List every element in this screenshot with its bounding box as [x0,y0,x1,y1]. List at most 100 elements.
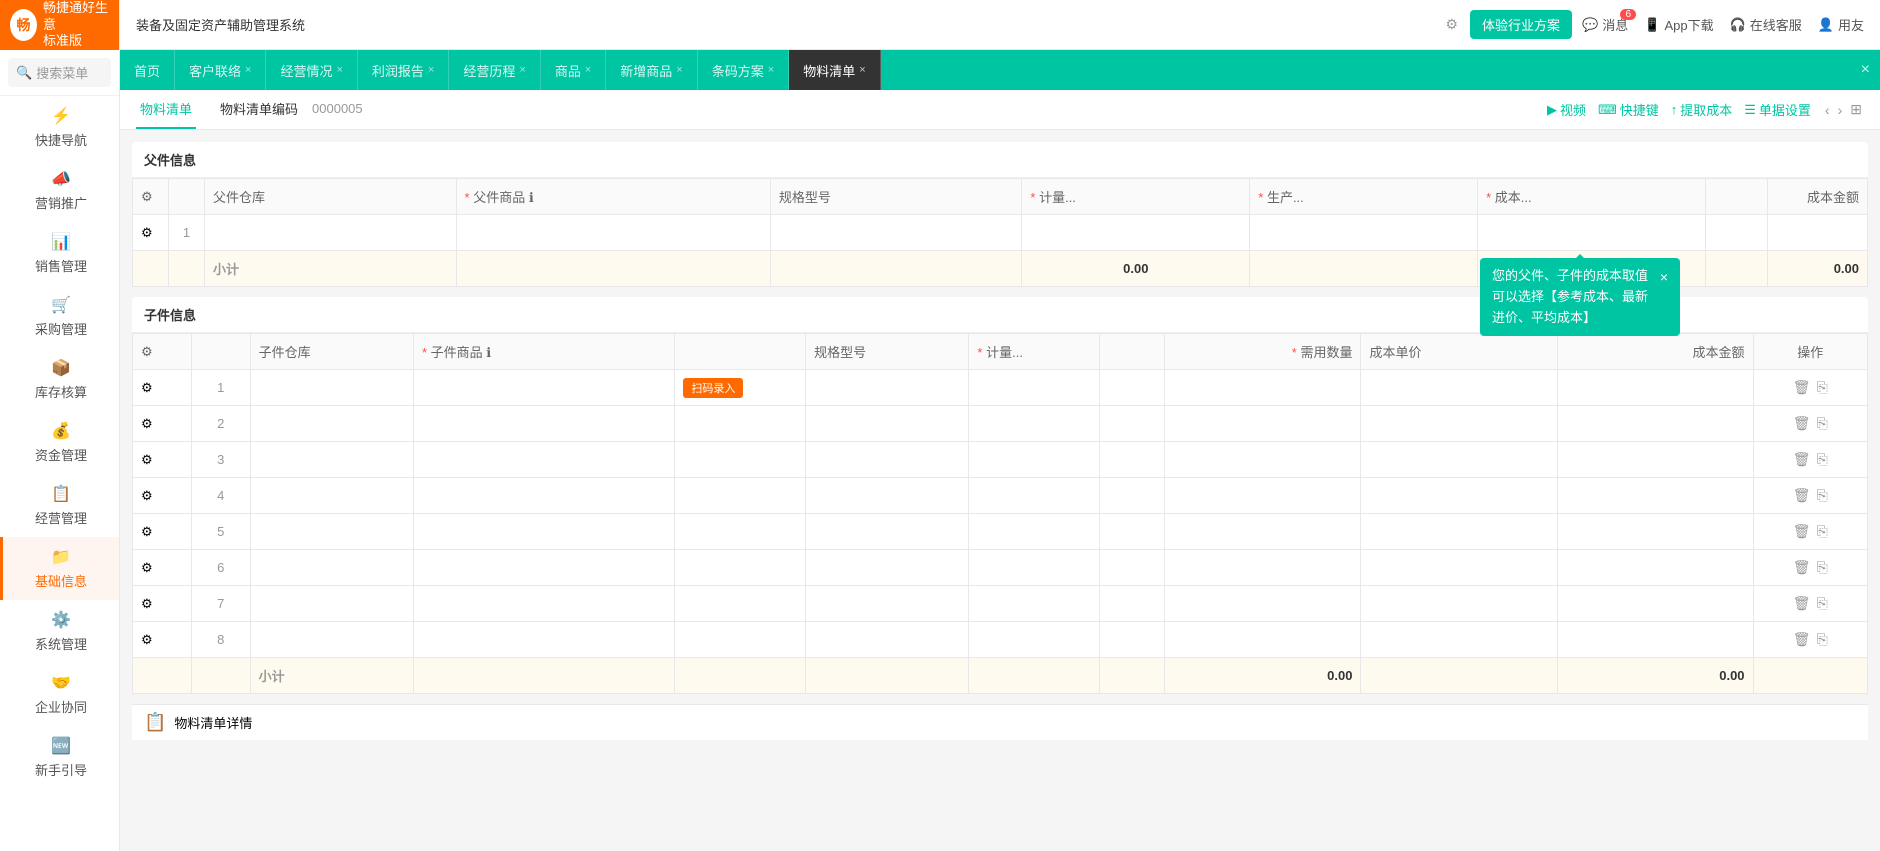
system-icon: ⚙️ [51,610,71,630]
sidebar-item-quick-nav[interactable]: ⚡ 快捷导航 [0,96,119,159]
copy-icon[interactable]: ⎘ [1817,595,1828,612]
sub-tab-bom-code[interactable]: 物料清单编码 0000005 [216,90,367,129]
tab-bom-close[interactable]: × [859,64,865,76]
sidebar-item-enterprise[interactable]: 🤝 企业协同 [0,663,119,726]
scan-button[interactable]: 扫码录入 [683,378,743,398]
shortcut-button[interactable]: ⌨ 快捷键 [1598,100,1659,119]
parent-row-warehouse[interactable] [205,215,457,251]
delete-icon[interactable]: 🗑 [1793,379,1811,396]
copy-icon[interactable]: ⎘ [1817,559,1828,576]
copy-icon[interactable]: ⎘ [1817,451,1828,468]
system-title: 装备及固定资产辅助管理系统 [136,15,1433,34]
parent-row-unit[interactable] [1022,215,1250,251]
main-area: 装备及固定资产辅助管理系统 ⚙ 体验行业方案 💬 消息 6 📱 App下载 🎧 … [120,0,1880,851]
delete-icon[interactable]: 🗑 [1793,559,1811,576]
next-button[interactable]: › [1836,100,1845,120]
parent-row-cost[interactable] [1478,215,1706,251]
tab-goods-close[interactable]: × [585,64,591,76]
copy-icon[interactable]: ⎘ [1817,487,1828,504]
delete-icon[interactable]: 🗑 [1793,523,1811,540]
sub-tab-bom-list[interactable]: 物料清单 [136,90,196,129]
video-icon: ▶ [1547,102,1557,118]
parent-col-cost-amount: 成本金额 [1768,179,1868,215]
sidebar-item-finance[interactable]: 💰 资金管理 [0,411,119,474]
tab-bom[interactable]: 物料清单 × [789,50,880,90]
delete-icon[interactable]: 🗑 [1793,595,1811,612]
copy-icon[interactable]: ⎘ [1817,523,1828,540]
child-col-warehouse: 子件仓库 [250,334,413,370]
child-row1-scan[interactable]: 扫码录入 [675,370,806,406]
trial-button[interactable]: 体验行业方案 [1470,10,1572,39]
sidebar-item-operations[interactable]: 📋 经营管理 [0,474,119,537]
parent-info-title: 父件信息 [132,142,1868,178]
child-row1-goods[interactable] [413,370,674,406]
copy-icon[interactable]: ⎘ [1817,631,1828,648]
child-col-qty: * 需用数量 [1165,334,1361,370]
child-row1-unit[interactable] [969,370,1100,406]
sidebar-item-basic-info[interactable]: 📁 基础信息 [0,537,119,600]
child-row1-spec[interactable] [806,370,969,406]
parent-col-spec: 规格型号 [770,179,1022,215]
parent-col-num [169,179,205,215]
guide-icon: 🆕 [51,736,71,756]
online-service-button[interactable]: 🎧 在线客服 [1730,15,1802,34]
tab-operations-close[interactable]: × [336,64,342,76]
tab-barcode-close[interactable]: × [768,64,774,76]
child-row1-unit-cost[interactable] [1361,370,1557,406]
search-menu-button[interactable]: 🔍 搜索菜单 [8,58,111,87]
tab-operations[interactable]: 经营情况 × [266,50,357,90]
extract-cost-button[interactable]: ↑ 提取成本 [1671,100,1733,119]
close-all-tabs[interactable]: × [1851,61,1880,79]
sidebar-item-inventory[interactable]: 📦 库存核算 [0,348,119,411]
parent-row-gear[interactable]: ⚙ [133,215,169,251]
parent-col-unit: * 计量... [1022,179,1250,215]
sidebar-item-system[interactable]: ⚙️ 系统管理 [0,600,119,663]
enterprise-icon: 🤝 [51,673,71,693]
user-profile-button[interactable]: 👤 用友 [1818,15,1864,34]
expand-button[interactable]: ⊞ [1848,99,1864,120]
delete-icon[interactable]: 🗑 [1793,415,1811,432]
tab-history[interactable]: 经营历程 × [449,50,540,90]
parent-row-prod[interactable] [1250,215,1478,251]
delete-icon[interactable]: 🗑 [1793,631,1811,648]
user-icon: 👤 [1818,17,1834,33]
sidebar-item-marketing[interactable]: 📣 营销推广 [0,159,119,222]
child-info-table: ⚙ 子件仓库 * 子件商品 ℹ 规格型号 * 计量... * 需用数量 成本单价… [132,333,1868,694]
sidebar-logo: 畅 畅捷通好生意 标准版 [0,0,119,50]
sidebar-item-purchase[interactable]: 🛒 采购管理 [0,285,119,348]
delete-icon[interactable]: 🗑 [1793,487,1811,504]
logo-icon: 畅 [10,9,37,41]
sidebar-item-guide[interactable]: 🆕 新手引导 [0,726,119,789]
sidebar-item-sales[interactable]: 📊 销售管理 [0,222,119,285]
copy-icon[interactable]: ⎘ [1817,415,1828,432]
single-setting-button[interactable]: ☰ 单据设置 [1744,100,1811,119]
tab-history-close[interactable]: × [519,64,525,76]
parent-col-prod: * 生产... [1250,179,1478,215]
message-icon: 💬 [1582,17,1598,33]
app-download-button[interactable]: 📱 App下载 [1644,15,1713,34]
tab-profit[interactable]: 利润报告 × [358,50,449,90]
parent-subtotal-label: 小计 [205,251,457,287]
cost-tooltip: × 您的父件、子件的成本取值可以选择【参考成本、最新进价、平均成本】 [1480,258,1680,336]
tab-new-goods-close[interactable]: × [676,64,682,76]
video-button[interactable]: ▶ 视频 [1547,100,1586,119]
child-row1-gear[interactable]: ⚙ [133,370,192,406]
child-row1-qty[interactable] [1165,370,1361,406]
copy-icon[interactable]: ⎘ [1817,379,1828,396]
parent-row-spec[interactable] [770,215,1022,251]
tab-new-goods[interactable]: 新增商品 × [606,50,697,90]
tab-goods[interactable]: 商品 × [541,50,606,90]
child-row1-warehouse[interactable] [250,370,413,406]
message-button[interactable]: 💬 消息 6 [1582,15,1628,34]
config-button[interactable]: ⚙ [1443,14,1460,35]
tab-customer[interactable]: 客户联络 × [175,50,266,90]
parent-row-goods[interactable] [456,215,770,251]
tab-profit-close[interactable]: × [428,64,434,76]
delete-icon[interactable]: 🗑 [1793,451,1811,468]
prev-button[interactable]: ‹ [1823,100,1832,120]
tooltip-close[interactable]: × [1660,266,1668,288]
tab-barcode[interactable]: 条码方案 × [698,50,789,90]
tab-customer-close[interactable]: × [245,64,251,76]
tab-home[interactable]: 首页 [120,50,175,90]
sidebar: 畅 畅捷通好生意 标准版 🔍 搜索菜单 ⚡ 快捷导航 📣 营销推广 📊 销售管理… [0,0,120,851]
